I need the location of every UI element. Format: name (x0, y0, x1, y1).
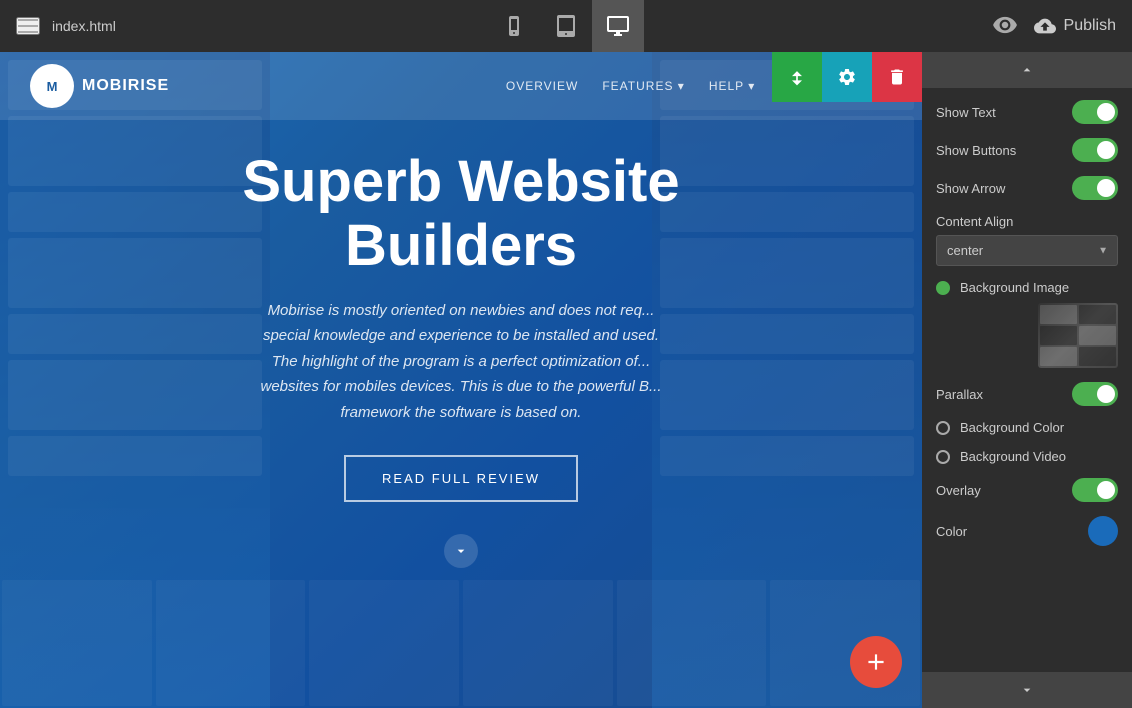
hero-subtitle: Mobirise is mostly oriented on newbies a… (151, 298, 771, 426)
topbar-right: Publish (992, 12, 1116, 41)
color-label: Color (936, 524, 967, 539)
show-buttons-toggle[interactable] (1072, 138, 1118, 162)
background-video-radio[interactable] (936, 450, 950, 464)
thumb-cell-1 (1040, 305, 1077, 324)
thumb-cell-6 (1079, 347, 1116, 366)
panel-scroll-up-btn[interactable] (922, 52, 1132, 88)
thumb-cell-4 (1079, 326, 1116, 345)
bottom-tile-4 (463, 580, 613, 706)
device-switcher (488, 0, 644, 52)
hero-content: Superb Website Builders Mobirise is most… (0, 120, 922, 502)
overlay-toggle[interactable] (1072, 478, 1118, 502)
background-image-label: Background Image (960, 280, 1069, 295)
background-color-row: Background Color (936, 420, 1118, 435)
move-block-btn[interactable] (772, 52, 822, 102)
background-image-section: Background Image (936, 280, 1118, 368)
bottom-tile-3 (309, 580, 459, 706)
filename-label: index.html (52, 18, 116, 34)
show-arrow-row: Show Arrow (936, 176, 1118, 200)
bottom-tile-2 (156, 580, 306, 706)
panel-scroll-down-btn[interactable] (922, 672, 1132, 708)
desktop-device-btn[interactable] (592, 0, 644, 52)
hero-title: Superb Website Builders (60, 150, 862, 278)
show-buttons-label: Show Buttons (936, 143, 1016, 158)
thumb-cell-3 (1040, 326, 1077, 345)
canvas: M MOBIRISE OVERVIEW FEATURES ▾ HELP ▾ DO… (0, 52, 922, 708)
parallax-row: Parallax (936, 382, 1118, 406)
topbar: index.html Publish (0, 0, 1132, 52)
show-arrow-label: Show Arrow (936, 181, 1005, 196)
logo-abbr: M (47, 79, 58, 94)
nav-link-overview[interactable]: OVERVIEW (506, 79, 578, 93)
content-align-label: Content Align (936, 214, 1118, 229)
logo-icon: M (30, 64, 74, 108)
show-text-toggle[interactable] (1072, 100, 1118, 124)
background-image-radio[interactable] (936, 281, 950, 295)
background-color-label: Background Color (960, 420, 1064, 435)
background-video-row: Background Video (936, 449, 1118, 464)
add-block-btn[interactable] (850, 636, 902, 688)
thumb-cell-5 (1040, 347, 1077, 366)
canvas-bottom-strip (0, 578, 922, 708)
show-text-row: Show Text (936, 100, 1118, 124)
hero-title-line2: Builders (345, 213, 577, 278)
content-align-section: Content Align left center right ▼ (936, 214, 1118, 266)
background-color-radio[interactable] (936, 421, 950, 435)
scroll-arrow[interactable] (444, 534, 478, 568)
show-arrow-toggle[interactable] (1072, 176, 1118, 200)
logo-text: MOBIRISE (82, 77, 169, 95)
content-align-select[interactable]: left center right (936, 235, 1118, 266)
thumb-cell-2 (1079, 305, 1116, 324)
panel-content: Show Text Show Buttons Show Arrow Conten… (922, 88, 1132, 672)
show-text-label: Show Text (936, 105, 996, 120)
delete-block-btn[interactable] (872, 52, 922, 102)
right-panel: Show Text Show Buttons Show Arrow Conten… (922, 52, 1132, 708)
publish-btn[interactable]: Publish (1034, 15, 1116, 37)
main-area: M MOBIRISE OVERVIEW FEATURES ▾ HELP ▾ DO… (0, 52, 1132, 708)
bottom-tile-1 (2, 580, 152, 706)
color-swatch[interactable] (1088, 516, 1118, 546)
background-image-row: Background Image (936, 280, 1118, 295)
content-align-wrapper: left center right ▼ (936, 235, 1118, 266)
hero-cta-btn[interactable]: READ FULL REVIEW (344, 455, 578, 502)
tablet-device-btn[interactable] (540, 0, 592, 52)
overlay-label: Overlay (936, 483, 981, 498)
show-buttons-row: Show Buttons (936, 138, 1118, 162)
nav-link-features[interactable]: FEATURES ▾ (602, 79, 684, 93)
overlay-row: Overlay (936, 478, 1118, 502)
bottom-tile-5 (617, 580, 767, 706)
canvas-logo: M MOBIRISE (30, 64, 169, 108)
parallax-toggle[interactable] (1072, 382, 1118, 406)
nav-link-help[interactable]: HELP ▾ (709, 79, 756, 93)
bottom-tile-6 (770, 580, 920, 706)
bg-thumbnail-inner (1038, 303, 1118, 368)
settings-block-btn[interactable] (822, 52, 872, 102)
parallax-label: Parallax (936, 387, 983, 402)
color-row: Color (936, 516, 1118, 546)
mobile-device-btn[interactable] (488, 0, 540, 52)
hamburger-icon[interactable] (16, 17, 40, 35)
background-image-thumbnail[interactable] (1038, 303, 1118, 368)
preview-btn[interactable] (992, 12, 1018, 41)
hero-title-line1: Superb Website (242, 149, 679, 214)
background-video-label: Background Video (960, 449, 1066, 464)
publish-label: Publish (1064, 17, 1116, 35)
canvas-actions (772, 52, 922, 102)
